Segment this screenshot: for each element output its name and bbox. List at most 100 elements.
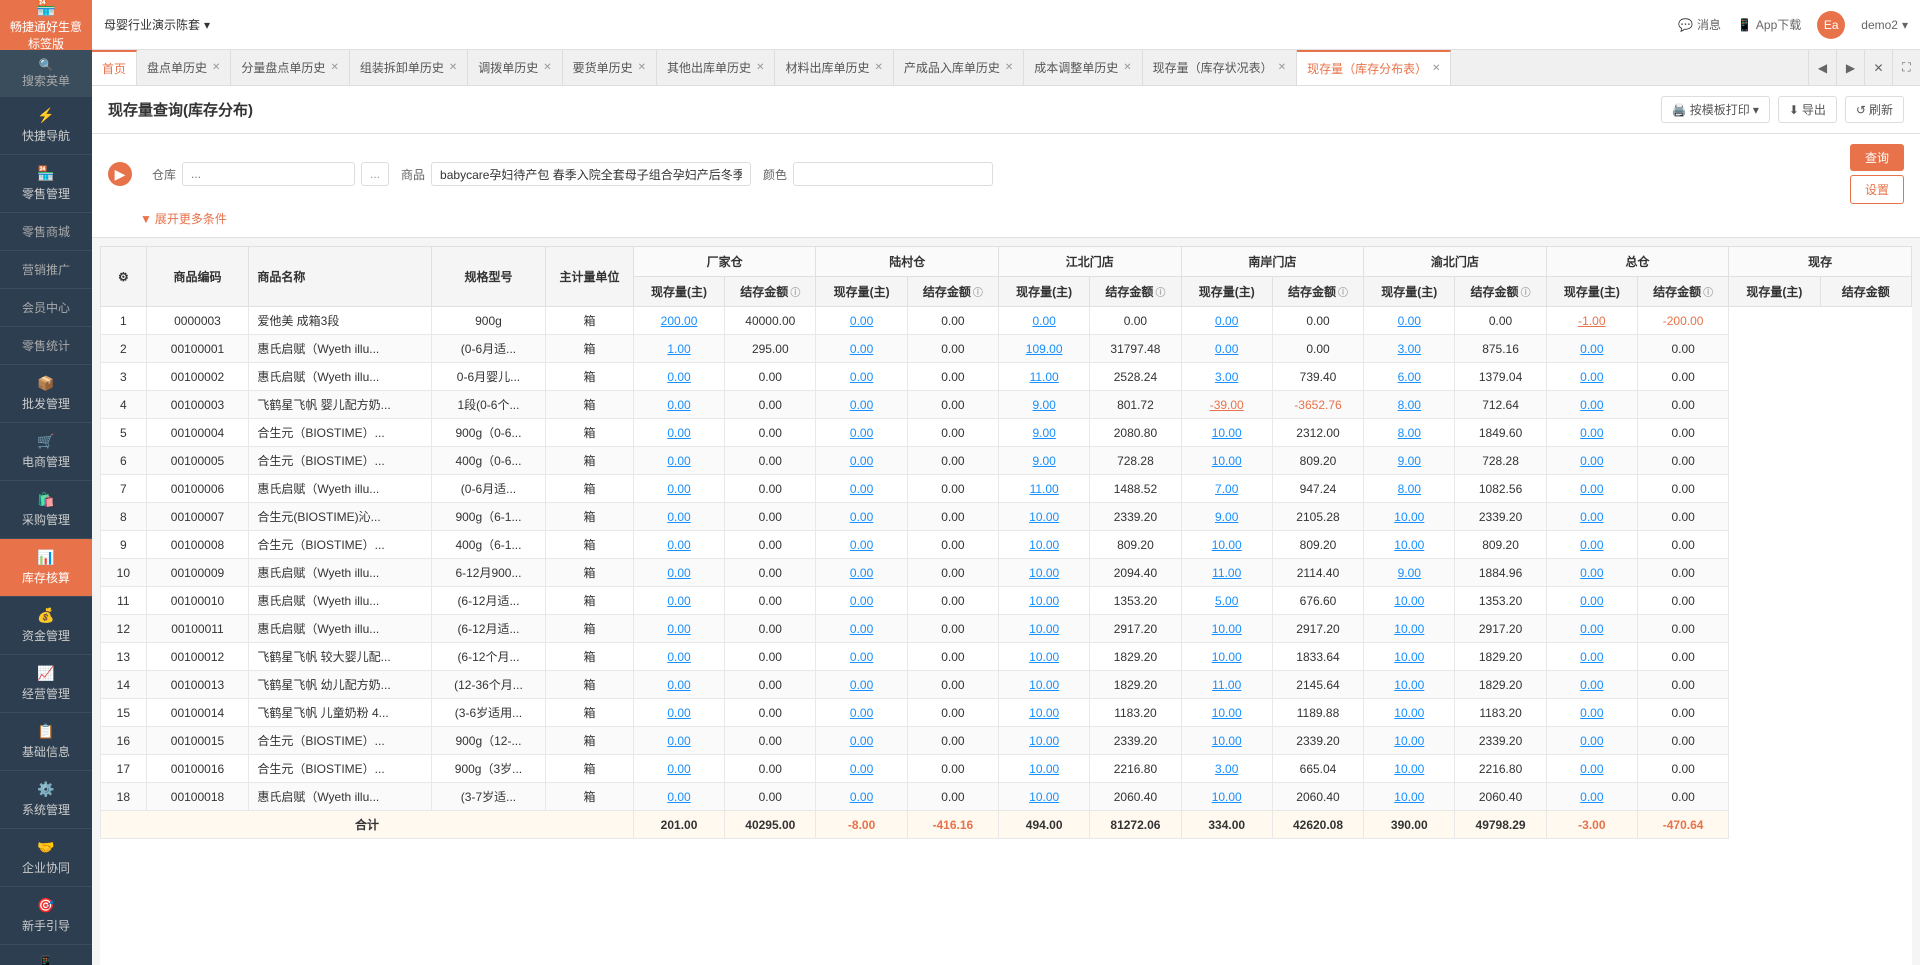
- tab-close-cost-adj[interactable]: ✕: [1123, 62, 1131, 73]
- table-cell[interactable]: 0.00: [816, 755, 907, 783]
- table-cell[interactable]: 10.00: [999, 783, 1090, 811]
- sidebar-item-purchasing[interactable]: 🛍️ 采购管理: [0, 481, 92, 539]
- search-btn[interactable]: 查询: [1850, 144, 1904, 171]
- warehouse-input[interactable]: [182, 162, 355, 186]
- table-cell[interactable]: 3.00: [1364, 335, 1455, 363]
- table-cell[interactable]: 0.00: [633, 531, 724, 559]
- table-cell[interactable]: 10.00: [1364, 643, 1455, 671]
- tab-product-in[interactable]: 产成品入库单历史 ✕: [894, 50, 1024, 86]
- tab-transfer[interactable]: 调拨单历史 ✕: [468, 50, 562, 86]
- table-cell[interactable]: 11.00: [1181, 671, 1272, 699]
- table-cell[interactable]: 10.00: [1364, 503, 1455, 531]
- tab-next-btn[interactable]: ▶: [1836, 50, 1864, 86]
- table-cell[interactable]: 0.00: [633, 727, 724, 755]
- sidebar-item-retail-mgmt[interactable]: 🏪 零售管理: [0, 155, 92, 213]
- sidebar-item-members[interactable]: 会员中心: [0, 289, 92, 327]
- table-cell[interactable]: 0.00: [1546, 391, 1637, 419]
- table-cell[interactable]: 0.00: [1546, 643, 1637, 671]
- table-cell[interactable]: 10.00: [1364, 615, 1455, 643]
- table-cell[interactable]: 8.00: [1364, 475, 1455, 503]
- table-cell[interactable]: 0.00: [1546, 727, 1637, 755]
- table-cell[interactable]: 0.00: [816, 559, 907, 587]
- sidebar-item-retail-stats[interactable]: 零售统计: [0, 327, 92, 365]
- tab-close-assembly[interactable]: ✕: [449, 62, 457, 73]
- table-cell[interactable]: 7.00: [1181, 475, 1272, 503]
- tab-close-product-in[interactable]: ✕: [1005, 62, 1013, 73]
- sidebar-item-operations[interactable]: 📈 经营管理: [0, 655, 92, 713]
- org-selector[interactable]: 母婴行业演示陈套 ▾: [104, 16, 210, 33]
- user-name[interactable]: demo2 ▾: [1861, 18, 1908, 32]
- table-cell[interactable]: 0.00: [1546, 335, 1637, 363]
- table-cell[interactable]: 9.00: [999, 419, 1090, 447]
- table-cell[interactable]: 0.00: [816, 503, 907, 531]
- table-cell[interactable]: 0.00: [633, 587, 724, 615]
- table-cell[interactable]: 0.00: [633, 391, 724, 419]
- sidebar-item-basic[interactable]: 📋 基础信息: [0, 713, 92, 771]
- table-cell[interactable]: 0.00: [816, 783, 907, 811]
- table-cell[interactable]: 0.00: [816, 419, 907, 447]
- table-cell[interactable]: 0.00: [999, 307, 1090, 335]
- table-cell[interactable]: 0.00: [1546, 363, 1637, 391]
- table-cell[interactable]: 0.00: [1546, 447, 1637, 475]
- sidebar-item-guide[interactable]: 🎯 新手引导: [0, 887, 92, 945]
- table-cell[interactable]: 0.00: [1546, 531, 1637, 559]
- sidebar-item-stock[interactable]: 📊 库存核算: [0, 539, 92, 597]
- table-cell[interactable]: 0.00: [633, 671, 724, 699]
- tab-close-divcheck[interactable]: ✕: [330, 62, 338, 73]
- tab-stock-status[interactable]: 现存量（库存状况表） ✕: [1143, 50, 1297, 86]
- table-cell[interactable]: 0.00: [816, 391, 907, 419]
- table-cell[interactable]: 10.00: [1181, 699, 1272, 727]
- tab-check[interactable]: 盘点单历史 ✕: [137, 50, 231, 86]
- table-cell[interactable]: 5.00: [1181, 587, 1272, 615]
- table-cell[interactable]: 9.00: [1181, 503, 1272, 531]
- tab-close-check[interactable]: ✕: [212, 62, 220, 73]
- sidebar-item-marketing[interactable]: 营销推广: [0, 251, 92, 289]
- tab-prev-btn[interactable]: ◀: [1808, 50, 1836, 86]
- expand-toggle[interactable]: ▼ 展开更多条件: [140, 210, 1904, 227]
- table-cell[interactable]: 0.00: [1546, 671, 1637, 699]
- table-cell[interactable]: 10.00: [1181, 783, 1272, 811]
- table-cell[interactable]: 0.00: [1181, 335, 1272, 363]
- table-cell[interactable]: 10.00: [1181, 727, 1272, 755]
- table-cell[interactable]: 10.00: [1364, 727, 1455, 755]
- table-cell[interactable]: 10.00: [1364, 671, 1455, 699]
- message-btn[interactable]: 💬 消息: [1678, 16, 1721, 33]
- sidebar-item-finance[interactable]: 💰 资金管理: [0, 597, 92, 655]
- table-cell[interactable]: 0.00: [1181, 307, 1272, 335]
- table-cell[interactable]: 10.00: [999, 699, 1090, 727]
- table-cell[interactable]: 0.00: [1546, 755, 1637, 783]
- tab-home[interactable]: 首页: [92, 50, 137, 86]
- table-cell[interactable]: 0.00: [633, 559, 724, 587]
- table-cell[interactable]: 0.00: [816, 587, 907, 615]
- app-download-btn[interactable]: 📱 App下载: [1737, 16, 1801, 33]
- table-cell[interactable]: 10.00: [999, 503, 1090, 531]
- table-cell[interactable]: 10.00: [999, 671, 1090, 699]
- table-cell[interactable]: 10.00: [999, 643, 1090, 671]
- table-cell[interactable]: 11.00: [1181, 559, 1272, 587]
- table-cell[interactable]: 10.00: [1364, 531, 1455, 559]
- table-cell[interactable]: 200.00: [633, 307, 724, 335]
- sidebar-item-retail-shop[interactable]: 零售商城: [0, 213, 92, 251]
- table-cell[interactable]: 0.00: [816, 475, 907, 503]
- table-cell[interactable]: 10.00: [1364, 783, 1455, 811]
- table-cell[interactable]: 9.00: [999, 391, 1090, 419]
- refresh-btn[interactable]: ↺ 刷新: [1845, 96, 1904, 123]
- table-cell[interactable]: 0.00: [1546, 559, 1637, 587]
- table-cell[interactable]: 3.00: [1181, 363, 1272, 391]
- table-cell[interactable]: 0.00: [1546, 503, 1637, 531]
- tab-close-material-out[interactable]: ✕: [874, 62, 882, 73]
- tab-close-stock-dist[interactable]: ✕: [1432, 63, 1440, 74]
- table-cell[interactable]: 10.00: [1364, 587, 1455, 615]
- goods-input[interactable]: [431, 162, 751, 186]
- table-cell[interactable]: 10.00: [1364, 699, 1455, 727]
- table-cell[interactable]: 0.00: [633, 699, 724, 727]
- table-cell[interactable]: 0.00: [816, 643, 907, 671]
- table-cell[interactable]: 0.00: [633, 419, 724, 447]
- sidebar-item-system[interactable]: ⚙️ 系统管理: [0, 771, 92, 829]
- expand-filter-btn[interactable]: ▶: [108, 162, 132, 186]
- tab-divcheck[interactable]: 分量盘点单历史 ✕: [231, 50, 349, 86]
- table-cell[interactable]: 0.00: [1546, 699, 1637, 727]
- sidebar-item-ecommerce[interactable]: 🛒 电商管理: [0, 423, 92, 481]
- tab-material-out[interactable]: 材料出库单历史 ✕: [775, 50, 893, 86]
- table-cell[interactable]: 0.00: [633, 447, 724, 475]
